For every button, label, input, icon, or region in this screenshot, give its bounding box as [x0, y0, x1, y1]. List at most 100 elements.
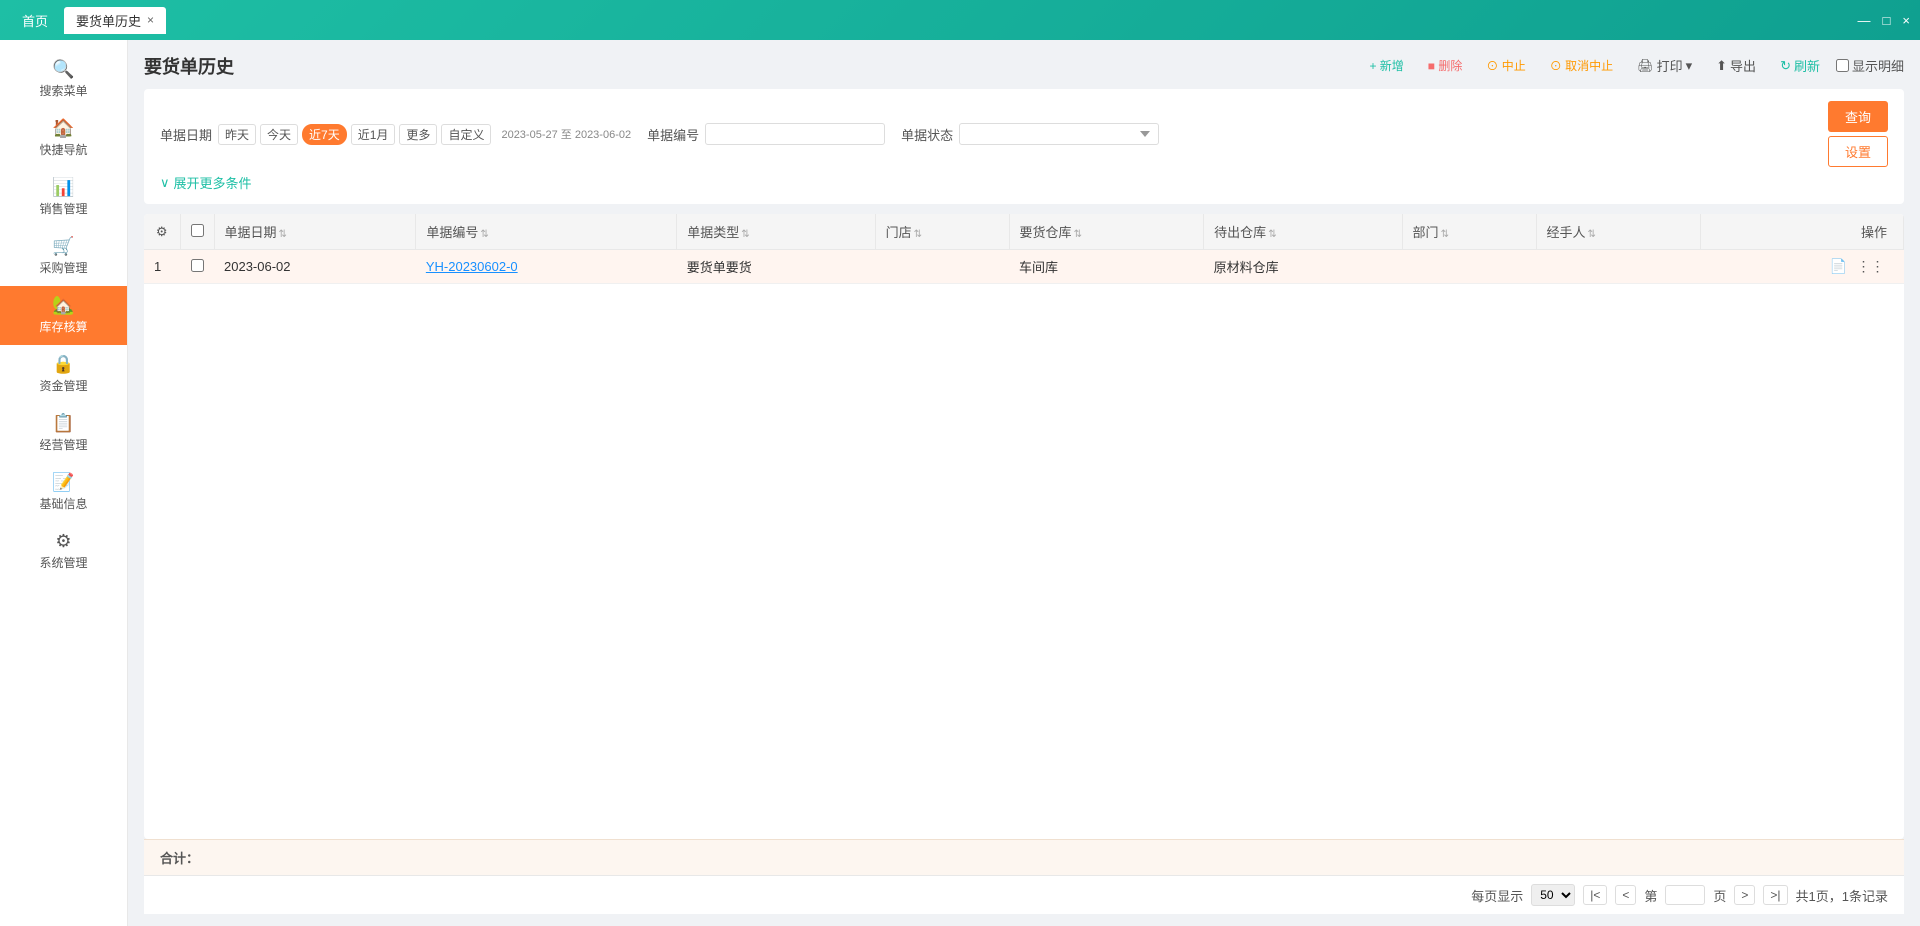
- sidebar-item-basic-label: 基础信息: [39, 495, 87, 512]
- sort-date-icon: ⇅: [279, 229, 287, 240]
- quick-nav-icon: 🏠: [52, 119, 74, 137]
- show-detail-label: 显示明细: [1852, 56, 1904, 75]
- print-button[interactable]: 🖨 打印 ▾: [1629, 52, 1700, 79]
- td-checkbox[interactable]: [180, 250, 214, 284]
- sidebar-item-search-menu-label: 搜索菜单: [39, 82, 87, 99]
- th-date[interactable]: 单据日期⇅: [214, 214, 416, 250]
- tab-active[interactable]: 要货单历史 ×: [64, 7, 166, 34]
- total-info: 共1页，1条记录: [1796, 886, 1888, 905]
- yesterday-btn[interactable]: 昨天: [218, 124, 256, 145]
- summary-bar: 合计：: [144, 839, 1904, 875]
- tab-active-label: 要货单历史: [76, 11, 141, 30]
- sidebar-item-system-label: 系统管理: [39, 554, 87, 571]
- settings-button[interactable]: 设置: [1828, 136, 1888, 167]
- date-range-text: 2023-05-27 至 2023-06-02: [501, 126, 631, 142]
- next-page-btn[interactable]: >: [1734, 885, 1755, 905]
- th-store-label: 门店: [886, 225, 912, 240]
- td-docno[interactable]: YH-20230602-0: [416, 250, 677, 284]
- th-doctype-label: 单据类型: [687, 225, 739, 240]
- sidebar-item-purchase-label: 采购管理: [39, 259, 87, 276]
- row-checkbox[interactable]: [191, 259, 204, 272]
- sidebar-item-inventory[interactable]: 🏡 库存核算: [0, 286, 127, 345]
- sort-reqwarehouse-icon: ⇅: [1074, 229, 1082, 240]
- sidebar-item-quick-nav[interactable]: 🏠 快捷导航: [0, 109, 127, 168]
- row-edit-btn[interactable]: 📄: [1826, 257, 1849, 275]
- cancel-suspend-button[interactable]: ⊙ 取消中止: [1542, 53, 1621, 78]
- select-all-checkbox[interactable]: [191, 224, 204, 237]
- sidebar-item-purchase[interactable]: 🛒 采购管理: [0, 227, 127, 286]
- sidebar-item-search-menu[interactable]: 🔍 搜索菜单: [0, 50, 127, 109]
- status-select[interactable]: [959, 123, 1159, 145]
- td-store: [875, 250, 1009, 284]
- export-button[interactable]: ⬆ 导出: [1708, 52, 1764, 79]
- print-dropdown-icon: ▾: [1686, 58, 1693, 74]
- prev-page-btn[interactable]: <: [1615, 885, 1636, 905]
- delete-button[interactable]: ■ 删除: [1420, 53, 1471, 78]
- system-icon: ⚙: [55, 532, 71, 550]
- first-page-btn[interactable]: |<: [1583, 885, 1607, 905]
- status-filter-label: 单据状态: [901, 125, 953, 144]
- status-filter-item: 单据状态: [901, 123, 1159, 145]
- refresh-icon: ↻: [1780, 58, 1791, 74]
- custom-btn[interactable]: 自定义: [441, 124, 491, 145]
- search-menu-icon: 🔍: [52, 60, 74, 78]
- th-settings[interactable]: ⚙: [144, 214, 180, 250]
- show-detail-checkbox[interactable]: [1836, 59, 1849, 72]
- tab-home[interactable]: 首页: [10, 7, 60, 34]
- toolbar: + 新增 ■ 删除 ⊙ 中止 ⊙ 取消中止 🖨 打印 ▾ ⬆ 导出 ↻ 刷新: [1361, 52, 1904, 79]
- tab-close-icon[interactable]: ×: [147, 14, 154, 26]
- td-ops: 📄 ⋮⋮: [1700, 250, 1903, 284]
- sidebar-item-sales[interactable]: 📊 销售管理: [0, 168, 127, 227]
- docno-input[interactable]: [705, 123, 885, 145]
- minimize-btn[interactable]: —: [1858, 13, 1871, 28]
- th-pendingwarehouse[interactable]: 待出仓库⇅: [1204, 214, 1402, 250]
- sidebar-item-basic[interactable]: 📝 基础信息: [0, 463, 127, 522]
- th-handler[interactable]: 经手人⇅: [1536, 214, 1700, 250]
- summary-label: 合计：: [160, 848, 199, 867]
- main-layout: 🔍 搜索菜单 🏠 快捷导航 📊 销售管理 🛒 采购管理 🏡 库存核算 🔒 资金管…: [0, 40, 1920, 926]
- th-store[interactable]: 门店⇅: [875, 214, 1009, 250]
- expand-more-label: 展开更多条件: [174, 173, 252, 192]
- suspend-button[interactable]: ⊙ 中止: [1478, 53, 1533, 78]
- th-docno[interactable]: 单据编号⇅: [416, 214, 677, 250]
- th-checkbox[interactable]: [180, 214, 214, 250]
- row-more-btn[interactable]: ⋮⋮: [1854, 257, 1888, 275]
- per-page-select[interactable]: 50: [1531, 884, 1575, 906]
- td-reqwarehouse: 车间库: [1009, 250, 1204, 284]
- table-header: ⚙ 单据日期⇅ 单据编号⇅ 单据类型⇅ 门店⇅ 要货仓库⇅ 待出仓库⇅ 部门⇅ …: [144, 214, 1904, 250]
- th-date-label: 单据日期: [225, 225, 277, 240]
- inventory-icon: 🏡: [52, 296, 74, 314]
- th-doctype[interactable]: 单据类型⇅: [677, 214, 875, 250]
- window-controls: — □ ×: [1858, 13, 1910, 28]
- expand-more[interactable]: ∨ 展开更多条件: [160, 173, 1888, 192]
- today-btn[interactable]: 今天: [260, 124, 298, 145]
- operation-icon: 📋: [52, 414, 74, 432]
- maximize-btn[interactable]: □: [1883, 13, 1891, 28]
- sidebar-item-finance[interactable]: 🔒 资金管理: [0, 345, 127, 404]
- sidebar-item-system[interactable]: ⚙ 系统管理: [0, 522, 127, 581]
- refresh-button[interactable]: ↻ 刷新: [1772, 52, 1828, 79]
- sidebar-item-quick-nav-label: 快捷导航: [39, 141, 87, 158]
- show-detail-checkbox-label[interactable]: 显示明细: [1836, 56, 1904, 75]
- query-button[interactable]: 查询: [1828, 101, 1888, 132]
- sort-dept-icon: ⇅: [1441, 229, 1449, 240]
- close-btn[interactable]: ×: [1902, 13, 1910, 28]
- new-button[interactable]: + 新增: [1361, 53, 1411, 78]
- pagination-bar: 每页显示 50 |< < 第 1 页 > >| 共1页，1条记录: [144, 875, 1904, 914]
- sidebar-item-operation[interactable]: 📋 经营管理: [0, 404, 127, 463]
- recent1m-btn[interactable]: 近1月: [351, 124, 396, 145]
- sort-docno-icon: ⇅: [480, 229, 488, 240]
- sort-store-icon: ⇅: [914, 229, 922, 240]
- docno-filter-label: 单据编号: [647, 125, 699, 144]
- th-reqwarehouse[interactable]: 要货仓库⇅: [1009, 214, 1204, 250]
- per-page-label: 每页显示: [1471, 886, 1523, 905]
- page-input[interactable]: 1: [1665, 885, 1705, 905]
- export-label: 导出: [1730, 56, 1756, 75]
- more-btn[interactable]: 更多: [399, 124, 437, 145]
- th-handler-label: 经手人: [1547, 225, 1586, 240]
- last-page-btn[interactable]: >|: [1763, 885, 1787, 905]
- recent7-btn[interactable]: 近7天: [302, 124, 347, 145]
- sidebar-item-sales-label: 销售管理: [39, 200, 87, 217]
- th-dept[interactable]: 部门⇅: [1402, 214, 1536, 250]
- print-label: 打印: [1657, 56, 1683, 75]
